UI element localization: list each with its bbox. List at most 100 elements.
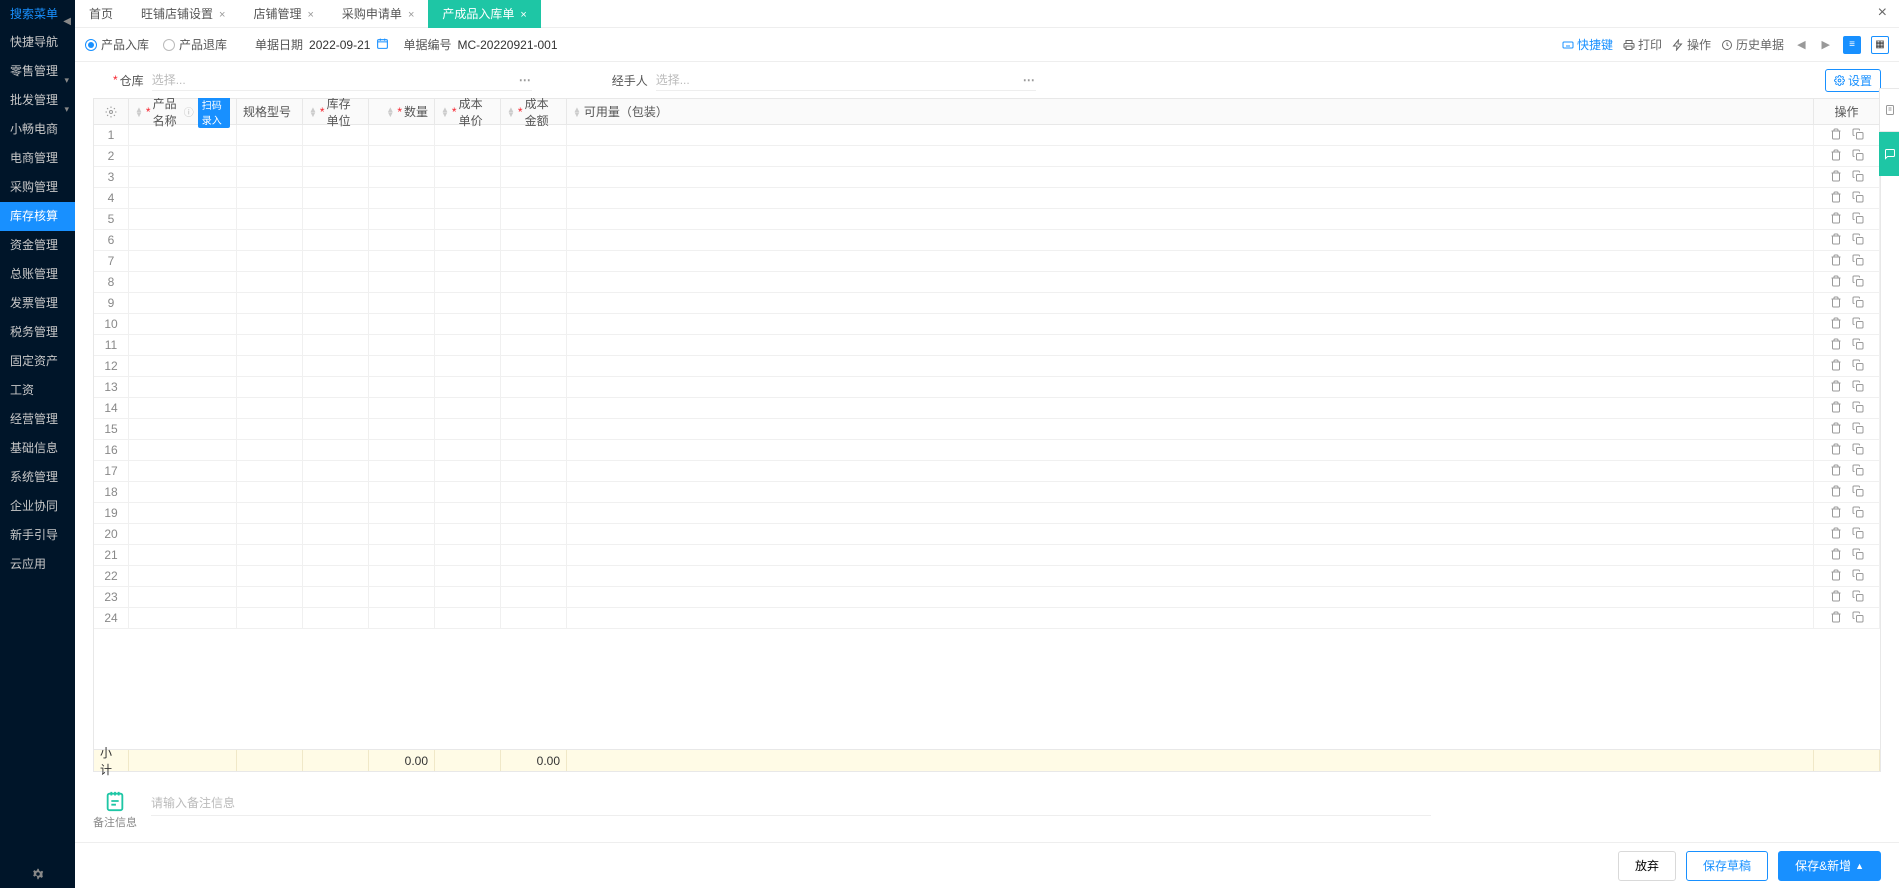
sidebar-item[interactable]: 采购管理: [0, 173, 75, 202]
tab[interactable]: 首页: [75, 0, 127, 28]
th-unit[interactable]: ▲▼ *库存单位: [303, 99, 369, 124]
table-row[interactable]: 23: [94, 587, 1880, 608]
table-row[interactable]: 24: [94, 608, 1880, 629]
remark-input[interactable]: 请输入备注信息: [151, 790, 1431, 816]
warehouse-select[interactable]: 选择... ⋯: [152, 69, 532, 91]
tab[interactable]: 店铺管理×: [239, 0, 327, 28]
delete-icon[interactable]: [1830, 401, 1842, 416]
delete-icon[interactable]: [1830, 590, 1842, 605]
rail-chat-icon[interactable]: [1879, 132, 1899, 176]
th-available[interactable]: ▲▼ 可用量（包装）: [567, 99, 1814, 124]
sidebar-item[interactable]: 零售管理▾: [0, 57, 75, 86]
delete-icon[interactable]: [1830, 128, 1842, 143]
table-row[interactable]: 9: [94, 293, 1880, 314]
table-row[interactable]: 4: [94, 188, 1880, 209]
view-list-icon[interactable]: ≡: [1843, 36, 1861, 54]
delete-icon[interactable]: [1830, 506, 1842, 521]
table-row[interactable]: 18: [94, 482, 1880, 503]
copy-icon[interactable]: [1852, 464, 1864, 479]
radio-product-out[interactable]: 产品退库: [163, 36, 227, 53]
help-icon[interactable]: ⓘ: [184, 104, 194, 119]
copy-icon[interactable]: [1852, 590, 1864, 605]
copy-icon[interactable]: [1852, 191, 1864, 206]
th-spec[interactable]: 规格型号: [237, 99, 303, 124]
copy-icon[interactable]: [1852, 359, 1864, 374]
th-gear[interactable]: [94, 99, 129, 124]
copy-icon[interactable]: [1852, 212, 1864, 227]
delete-icon[interactable]: [1830, 338, 1842, 353]
action-link[interactable]: 操作: [1672, 36, 1711, 53]
delete-icon[interactable]: [1830, 359, 1842, 374]
delete-icon[interactable]: [1830, 548, 1842, 563]
copy-icon[interactable]: [1852, 401, 1864, 416]
table-row[interactable]: 17: [94, 461, 1880, 482]
sidebar-item[interactable]: 系统管理: [0, 463, 75, 492]
table-row[interactable]: 10: [94, 314, 1880, 335]
close-icon[interactable]: ×: [307, 9, 313, 21]
tab[interactable]: 产成品入库单×: [428, 0, 540, 28]
copy-icon[interactable]: [1852, 611, 1864, 626]
copy-icon[interactable]: [1852, 506, 1864, 521]
handler-select[interactable]: 选择... ⋯: [656, 69, 1036, 91]
copy-icon[interactable]: [1852, 128, 1864, 143]
delete-icon[interactable]: [1830, 569, 1842, 584]
table-row[interactable]: 22: [94, 566, 1880, 587]
delete-icon[interactable]: [1830, 170, 1842, 185]
delete-icon[interactable]: [1830, 464, 1842, 479]
th-product-name[interactable]: ▲▼ *产品名称 ⓘ 扫码录入: [129, 99, 237, 124]
copy-icon[interactable]: [1852, 422, 1864, 437]
table-row[interactable]: 2: [94, 146, 1880, 167]
sidebar-item[interactable]: 税务管理: [0, 318, 75, 347]
scan-entry-tag[interactable]: 扫码录入: [198, 98, 230, 128]
sidebar-item[interactable]: 总账管理: [0, 260, 75, 289]
sidebar-item[interactable]: 批发管理▾: [0, 86, 75, 115]
delete-icon[interactable]: [1830, 443, 1842, 458]
sidebar-item[interactable]: 经营管理: [0, 405, 75, 434]
copy-icon[interactable]: [1852, 296, 1864, 311]
delete-icon[interactable]: [1830, 485, 1842, 500]
sidebar-item[interactable]: 云应用: [0, 550, 75, 579]
sidebar-item[interactable]: 电商管理: [0, 144, 75, 173]
table-row[interactable]: 8: [94, 272, 1880, 293]
sidebar-item[interactable]: 新手引导: [0, 521, 75, 550]
th-amount[interactable]: ▲▼ *成本金额: [501, 99, 567, 124]
tab[interactable]: 采购申请单×: [328, 0, 428, 28]
radio-product-in[interactable]: 产品入库: [85, 36, 149, 53]
table-row[interactable]: 11: [94, 335, 1880, 356]
copy-icon[interactable]: [1852, 149, 1864, 164]
table-row[interactable]: 21: [94, 545, 1880, 566]
delete-icon[interactable]: [1830, 527, 1842, 542]
sidebar-item[interactable]: 工资: [0, 376, 75, 405]
delete-icon[interactable]: [1830, 380, 1842, 395]
tab[interactable]: 旺铺店铺设置×: [127, 0, 239, 28]
history-link[interactable]: 历史单据: [1721, 36, 1784, 53]
th-qty[interactable]: ▲▼ *数量: [369, 99, 435, 124]
table-row[interactable]: 14: [94, 398, 1880, 419]
close-icon[interactable]: ×: [408, 9, 414, 21]
sidebar-item[interactable]: 快捷导航: [0, 28, 75, 57]
copy-icon[interactable]: [1852, 275, 1864, 290]
close-icon[interactable]: ×: [219, 9, 225, 21]
th-price[interactable]: ▲▼ *成本单价: [435, 99, 501, 124]
discard-button[interactable]: 放弃: [1618, 851, 1676, 881]
delete-icon[interactable]: [1830, 191, 1842, 206]
copy-icon[interactable]: [1852, 254, 1864, 269]
ellipsis-icon[interactable]: ⋯: [519, 69, 532, 91]
calendar-icon[interactable]: [376, 37, 389, 53]
save-draft-button[interactable]: 保存草稿: [1686, 851, 1768, 881]
copy-icon[interactable]: [1852, 380, 1864, 395]
sidebar-item[interactable]: 基础信息: [0, 434, 75, 463]
delete-icon[interactable]: [1830, 422, 1842, 437]
copy-icon[interactable]: [1852, 569, 1864, 584]
delete-icon[interactable]: [1830, 149, 1842, 164]
date-value[interactable]: 2022-09-21: [309, 38, 370, 52]
copy-icon[interactable]: [1852, 317, 1864, 332]
delete-icon[interactable]: [1830, 212, 1842, 227]
table-row[interactable]: 5: [94, 209, 1880, 230]
table-row[interactable]: 7: [94, 251, 1880, 272]
delete-icon[interactable]: [1830, 317, 1842, 332]
window-close-icon[interactable]: ×: [1872, 4, 1893, 22]
delete-icon[interactable]: [1830, 611, 1842, 626]
copy-icon[interactable]: [1852, 233, 1864, 248]
table-row[interactable]: 15: [94, 419, 1880, 440]
